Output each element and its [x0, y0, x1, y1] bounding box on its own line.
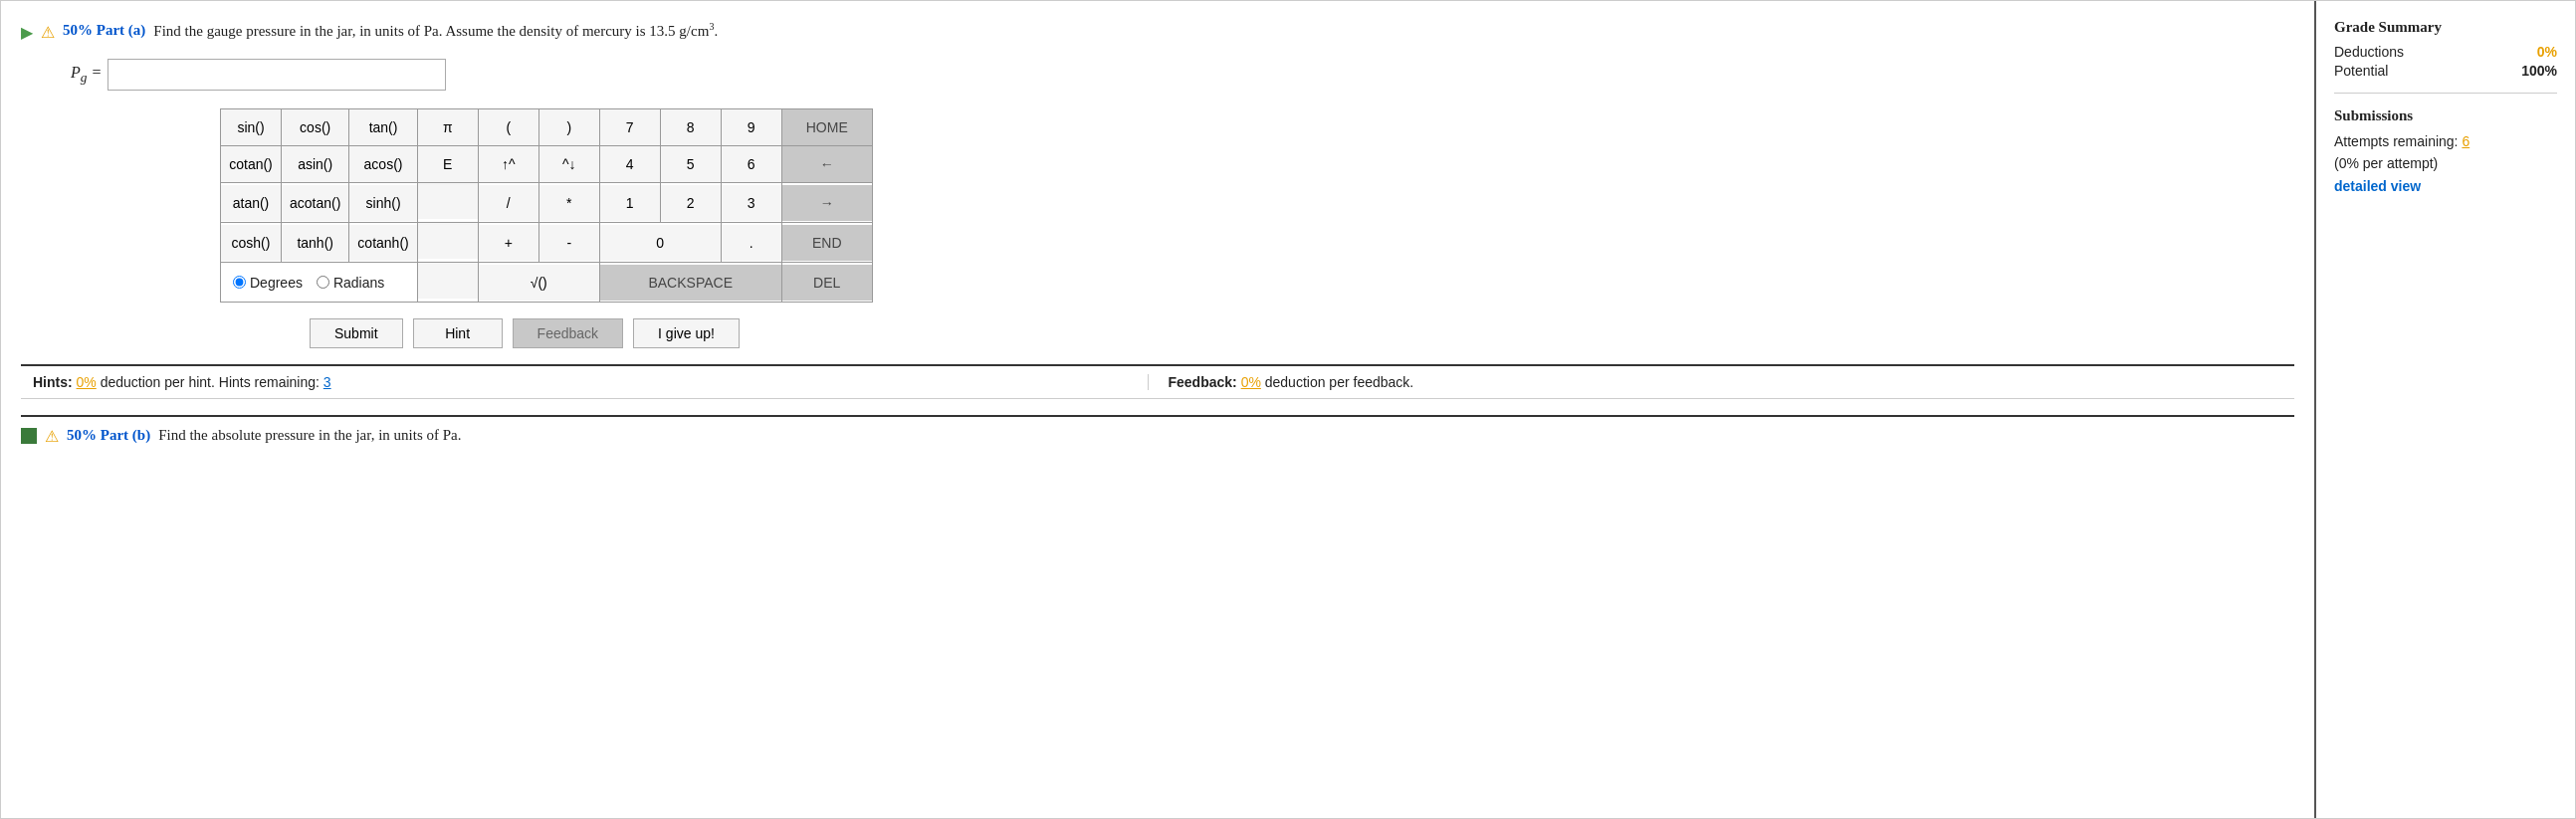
nine-button[interactable]: 9 [722, 109, 781, 145]
two-button[interactable]: 2 [661, 185, 721, 221]
part-b-screen-icon [21, 428, 37, 444]
end-button[interactable]: END [782, 225, 872, 261]
six-button[interactable]: 6 [722, 146, 781, 182]
cotanh-button[interactable]: cotanh() [349, 225, 416, 261]
cotan-button[interactable]: cotan() [221, 146, 281, 182]
hint-button[interactable]: Hint [413, 318, 503, 348]
four-button[interactable]: 4 [600, 146, 660, 182]
atan-button[interactable]: atan() [221, 185, 281, 221]
blank-1 [418, 183, 478, 219]
hints-percent: 0% [77, 374, 97, 390]
potential-row: Potential 100% [2334, 63, 2557, 79]
submissions-title: Submissions [2334, 107, 2557, 124]
superscript-up-button[interactable]: ↑^ [479, 146, 538, 182]
part-b-text: Find the absolute pressure in the jar, i… [158, 427, 461, 444]
eight-button[interactable]: 8 [661, 109, 721, 145]
acos-button[interactable]: acos() [349, 146, 416, 182]
hints-left: Hints: 0% deduction per hint. Hints rema… [33, 374, 1148, 390]
deductions-value: 0% [2537, 44, 2557, 60]
action-buttons: Submit Hint Feedback I give up! [310, 318, 2294, 348]
superscript-down-button[interactable]: ^↓ [539, 146, 599, 182]
part-a-label: 50% Part (a) [63, 19, 145, 42]
grade-summary-title: Grade Summary [2334, 19, 2557, 36]
feedback-deduction-text: deduction per feedback. [1265, 374, 1413, 390]
part-a-text: Find the gauge pressure in the jar, in u… [153, 19, 718, 43]
radians-radio[interactable] [317, 276, 329, 289]
play-icon[interactable]: ▶ [21, 21, 33, 45]
close-paren-button[interactable]: ) [539, 109, 599, 145]
part-b-warning-icon: ⚠ [45, 427, 59, 446]
radians-label[interactable]: Radians [317, 275, 384, 291]
hints-deduction-text: deduction per hint. Hints remaining: [101, 374, 323, 390]
deductions-label: Deductions [2334, 44, 2404, 60]
back-arrow-button[interactable]: ← [782, 146, 872, 182]
potential-label: Potential [2334, 63, 2388, 79]
hints-label: Hints: [33, 374, 73, 390]
home-button[interactable]: HOME [782, 109, 872, 145]
acotan-button[interactable]: acotan() [282, 185, 348, 221]
forward-arrow-button[interactable]: → [782, 185, 872, 221]
tanh-button[interactable]: tanh() [282, 225, 348, 261]
deductions-row: Deductions 0% [2334, 44, 2557, 60]
cosh-button[interactable]: cosh() [221, 225, 281, 261]
three-button[interactable]: 3 [722, 185, 781, 221]
part-b-label: 50% Part (b) [67, 427, 150, 444]
blank-2 [418, 223, 478, 259]
decimal-button[interactable]: . [722, 225, 781, 261]
feedback-label: Feedback: [1169, 374, 1237, 390]
warning-icon: ⚠ [41, 21, 55, 45]
e-button[interactable]: E [418, 146, 478, 182]
zero-button[interactable]: 0 [600, 225, 721, 261]
asin-button[interactable]: asin() [282, 146, 348, 182]
calculator: sin() cos() tan() π ( ) 7 8 9 HOME cotan… [220, 108, 2294, 303]
open-paren-button[interactable]: ( [479, 109, 538, 145]
minus-button[interactable]: - [539, 225, 599, 261]
part-b-header: ⚠ 50% Part (b) Find the absolute pressur… [21, 415, 2294, 454]
pi-button[interactable]: π [418, 109, 478, 145]
plus-button[interactable]: + [479, 225, 538, 261]
attempts-value: 6 [2462, 133, 2469, 149]
sidebar-divider [2334, 93, 2557, 94]
input-row: Pg = [71, 59, 2294, 91]
tan-button[interactable]: tan() [349, 109, 416, 145]
seven-button[interactable]: 7 [600, 109, 660, 145]
submissions-text: Attempts remaining: 6 (0% per attempt) d… [2334, 130, 2557, 197]
cos-button[interactable]: cos() [282, 109, 348, 145]
sin-button[interactable]: sin() [221, 109, 281, 145]
deg-rad-row: Degrees Radians [221, 269, 417, 297]
hints-right: Feedback: 0% deduction per feedback. [1148, 374, 2283, 390]
sinh-button[interactable]: sinh() [349, 185, 416, 221]
degrees-radio[interactable] [233, 276, 246, 289]
hints-bar: Hints: 0% deduction per hint. Hints rema… [21, 364, 2294, 399]
potential-value: 100% [2521, 63, 2557, 79]
backspace-button[interactable]: BACKSPACE [600, 265, 781, 301]
per-attempt-text: (0% per attempt) [2334, 155, 2438, 171]
one-button[interactable]: 1 [600, 185, 660, 221]
del-button[interactable]: DEL [782, 265, 872, 301]
detailed-view-link[interactable]: detailed view [2334, 178, 2421, 194]
five-button[interactable]: 5 [661, 146, 721, 182]
part-a-header: ▶ ⚠ 50% Part (a) Find the gauge pressure… [21, 19, 2294, 45]
answer-input[interactable] [107, 59, 446, 91]
sqrt-button[interactable]: √() [479, 265, 599, 301]
sidebar: Grade Summary Deductions 0% Potential 10… [2316, 1, 2575, 818]
attempts-text: Attempts remaining: [2334, 133, 2462, 149]
divide-button[interactable]: / [479, 185, 538, 221]
hints-remaining[interactable]: 3 [323, 374, 331, 390]
feedback-button[interactable]: Feedback [513, 318, 623, 348]
multiply-button[interactable]: * [539, 185, 599, 221]
feedback-percent: 0% [1241, 374, 1261, 390]
give-up-button[interactable]: I give up! [633, 318, 740, 348]
blank-3 [418, 263, 478, 299]
degrees-label[interactable]: Degrees [233, 275, 303, 291]
submit-button[interactable]: Submit [310, 318, 403, 348]
input-label: Pg = [71, 64, 102, 86]
